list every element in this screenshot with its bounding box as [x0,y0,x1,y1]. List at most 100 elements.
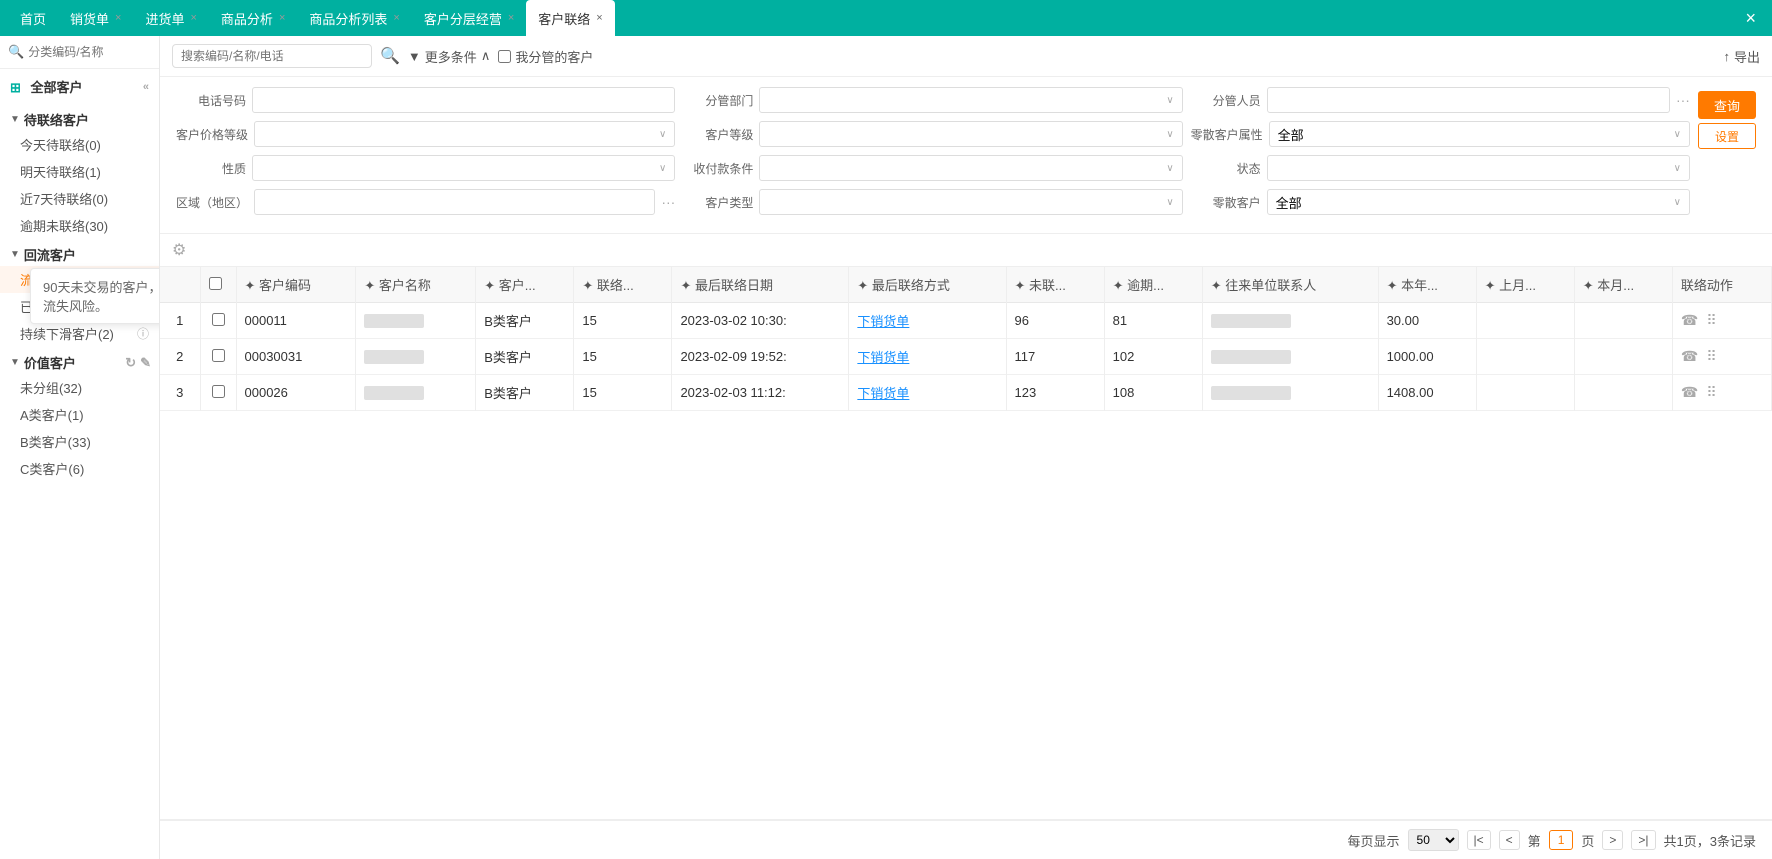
person-input[interactable] [1267,87,1670,113]
more-actions-icon[interactable]: ⠿ [1706,384,1716,401]
status-field: 状态 ∨ [1191,155,1690,181]
window-close-button[interactable]: × [1737,8,1764,29]
last-page-button[interactable]: >| [1631,830,1655,850]
settings-button[interactable]: 设置 [1698,123,1756,149]
row-checkbox[interactable] [212,385,225,398]
row-last-contact-method[interactable]: 下销货单 [849,303,1006,339]
col-contacts[interactable]: ✦ 联络... [574,267,672,303]
tab-product-analysis[interactable]: 商品分析 × [209,0,297,36]
tab-product-analysis-list-close[interactable]: × [393,12,399,24]
col-code[interactable]: ✦ 客户编码 [236,267,356,303]
contact-icon[interactable]: ☎ [1681,348,1698,365]
filter-search-input[interactable] [172,44,372,68]
row-name [356,303,476,339]
row-last-contact-method[interactable]: 下销货单 [849,339,1006,375]
payment-select[interactable]: ∨ [759,155,1182,181]
filter-search-button[interactable]: 🔍 [380,46,400,66]
sidebar-item-7days-pending[interactable]: 近7天待联络(0) [0,185,159,212]
settings-gear-icon[interactable]: ⚙ [172,240,186,260]
price-level-select[interactable]: ∨ [254,121,675,147]
row-contacts: 15 [574,303,672,339]
tab-product-analysis-close[interactable]: × [279,12,285,24]
contact-icon[interactable]: ☎ [1681,312,1698,329]
my-customers-checkbox[interactable] [498,50,511,63]
sidebar-all-customers[interactable]: ⊞ 全部客户 « [0,69,159,104]
prev-page-button[interactable]: < [1499,830,1520,850]
region-dots-icon[interactable]: ··· [661,194,675,210]
sidebar-item-ungrouped[interactable]: 未分组(32) [0,374,159,401]
status-label: 状态 [1191,160,1261,177]
tab-product-analysis-list[interactable]: 商品分析列表 × [297,0,411,36]
customer-name-blurred [364,350,424,364]
next-page-button[interactable]: > [1602,830,1623,850]
sidebar-section-value[interactable]: ▼ 价值客户 ↻ ✎ [0,347,159,374]
sidebar-item-declining[interactable]: 持续下滑客户(2) ⓘ [0,320,159,347]
sidebar-section-pending[interactable]: ▼ 待联络客户 [0,104,159,131]
col-this-month[interactable]: ✦ 本月... [1574,267,1672,303]
more-actions-icon[interactable]: ⠿ [1706,312,1716,329]
contact-icon[interactable]: ☎ [1681,384,1698,401]
pending-section-label: 待联络客户 [24,110,89,129]
col-last-contact-date-label: ✦ 最后联络日期 [680,278,773,293]
sidebar-item-overdue-pending[interactable]: 逾期未联络(30) [0,212,159,239]
sidebar-section-churn[interactable]: ▼ 回流客户 [0,239,159,266]
col-last-contact-method[interactable]: ✦ 最后联络方式 [849,267,1006,303]
row-last-month [1476,303,1574,339]
region-input[interactable] [254,189,655,215]
col-unit-contact[interactable]: ✦ 往来单位联系人 [1202,267,1378,303]
row-checkbox[interactable] [212,349,225,362]
dept-select[interactable]: ∨ [759,87,1182,113]
customer-type-select[interactable]: ∨ [759,189,1182,215]
select-all-checkbox[interactable] [209,277,222,290]
tab-customer-contact[interactable]: 客户联络 × [526,0,614,36]
table-body: 1 000011 B类客户 15 2023-03-02 10:30: 下销货单 … [160,303,1772,411]
row-last-contact-method[interactable]: 下销货单 [849,375,1006,411]
sidebar-item-b-class[interactable]: B类客户(33) [0,428,159,455]
more-actions-icon[interactable]: ⠿ [1706,348,1716,365]
per-page-select[interactable]: 50 100 200 [1408,829,1459,851]
my-customers-label: 我分管的客户 [515,47,593,66]
export-icon: ↑ [1723,49,1730,64]
retail-attr-select[interactable]: 全部∨ [1269,121,1690,147]
sidebar-item-a-class[interactable]: A类客户(1) [0,401,159,428]
nature-select[interactable]: ∨ [252,155,675,181]
col-no-contact[interactable]: ✦ 未联... [1006,267,1104,303]
tab-customer-segment-close[interactable]: × [508,12,514,24]
col-last-month[interactable]: ✦ 上月... [1476,267,1574,303]
sidebar-item-c-class[interactable]: C类客户(6) [0,455,159,482]
filter-more-conditions-button[interactable]: ▼ 更多条件 ∧ [408,47,490,66]
retail-customer-select[interactable]: 全部∨ [1267,189,1690,215]
export-button[interactable]: ↑ 导出 [1723,47,1760,66]
tab-purchase-close[interactable]: × [190,12,196,24]
status-select[interactable]: ∨ [1267,155,1690,181]
refresh-icon[interactable]: ↻ [125,355,136,371]
query-button[interactable]: 查询 [1698,91,1756,119]
customer-level-select[interactable]: ∨ [759,121,1182,147]
phone-input[interactable] [252,87,675,113]
col-last-contact-date[interactable]: ✦ 最后联络日期 [672,267,849,303]
first-page-button[interactable]: |< [1467,830,1491,850]
phone-label: 电话号码 [176,92,246,109]
sidebar-item-today-pending[interactable]: 今天待联络(0) [0,131,159,158]
tab-sales-close[interactable]: × [115,12,121,24]
sidebar-item-tomorrow-pending[interactable]: 明天待联络(1) [0,158,159,185]
my-customers-checkbox-label[interactable]: 我分管的客户 [498,47,593,66]
row-name [356,339,476,375]
table-settings-row: ⚙ [160,234,1772,267]
edit-icon[interactable]: ✎ [140,355,151,371]
price-level-label: 客户价格等级 [176,126,248,143]
tab-customer-contact-close[interactable]: × [596,12,602,24]
row-checkbox[interactable] [212,313,225,326]
tab-purchase[interactable]: 进货单 × [133,0,208,36]
col-name[interactable]: ✦ 客户名称 [356,267,476,303]
table-header-row: ✦ 客户编码 ✦ 客户名称 ✦ 客户... ✦ 联络... ✦ 最后联络日期 [160,267,1772,303]
tab-sales[interactable]: 销货单 × [58,0,133,36]
person-dots-icon[interactable]: ··· [1676,92,1690,108]
tab-home[interactable]: 首页 [8,0,58,36]
sidebar-search-input[interactable] [28,45,151,59]
col-this-year[interactable]: ✦ 本年... [1378,267,1476,303]
tab-customer-segment[interactable]: 客户分层经营 × [412,0,526,36]
col-overdue[interactable]: ✦ 逾期... [1104,267,1202,303]
row-overdue: 81 [1104,303,1202,339]
col-level[interactable]: ✦ 客户... [476,267,574,303]
